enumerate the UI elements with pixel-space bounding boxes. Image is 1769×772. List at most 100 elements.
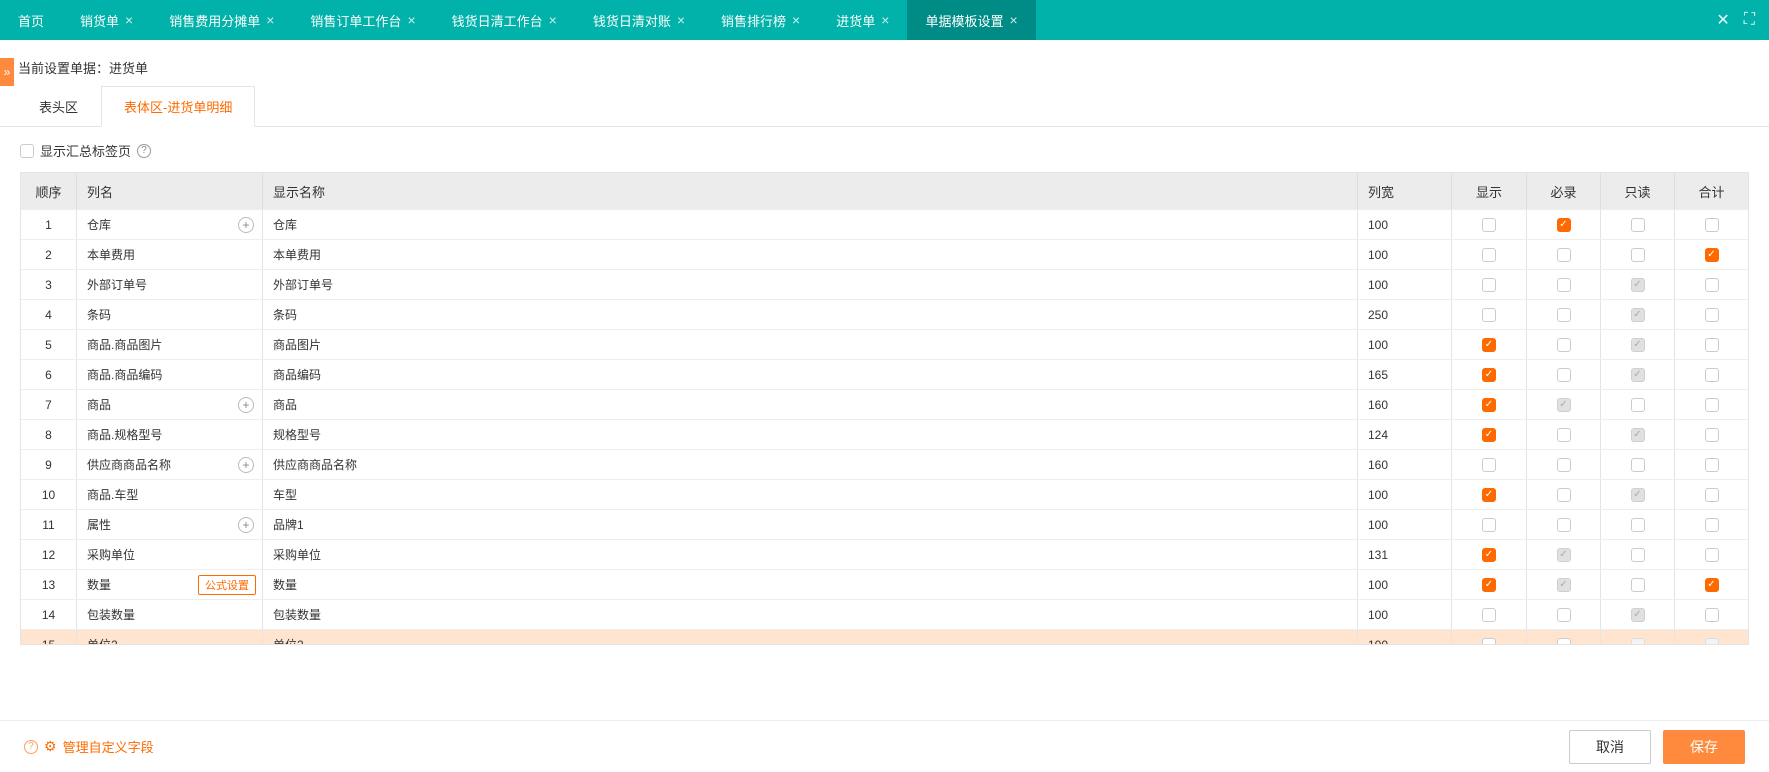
cell-width[interactable]: 100 <box>1358 270 1452 299</box>
checkbox[interactable] <box>1557 458 1571 472</box>
close-icon[interactable]: × <box>677 12 685 28</box>
cell-display-name[interactable]: 采购单位 <box>263 540 1358 569</box>
cell-width[interactable]: 160 <box>1358 450 1452 479</box>
fullscreen-icon[interactable]: ⛶ <box>1744 11 1755 29</box>
cancel-button[interactable]: 取消 <box>1569 730 1651 764</box>
checkbox[interactable] <box>1705 488 1719 502</box>
cell-display-name[interactable]: 品牌1 <box>263 510 1358 539</box>
close-icon[interactable]: × <box>881 12 889 28</box>
sub-tab-0[interactable]: 表头区 <box>16 86 101 127</box>
top-tab-0[interactable]: 首页 <box>0 0 62 40</box>
checkbox[interactable] <box>1482 278 1496 292</box>
table-row[interactable]: 14包装数量包装数量100 <box>21 599 1748 629</box>
checkbox[interactable] <box>1631 518 1645 532</box>
close-icon[interactable]: × <box>549 12 557 28</box>
table-row[interactable]: 6商品.商品编码商品编码165 <box>21 359 1748 389</box>
checkbox[interactable] <box>1482 428 1496 442</box>
checkbox[interactable] <box>1482 458 1496 472</box>
cell-display-name[interactable]: 商品图片 <box>263 330 1358 359</box>
checkbox[interactable] <box>1705 368 1719 382</box>
checkbox[interactable] <box>1705 548 1719 562</box>
checkbox[interactable] <box>1482 608 1496 622</box>
top-tab-3[interactable]: 销售订单工作台× <box>292 0 433 40</box>
save-button[interactable]: 保存 <box>1663 730 1745 764</box>
cell-width[interactable]: 160 <box>1358 390 1452 419</box>
cell-display-name[interactable]: 车型 <box>263 480 1358 509</box>
cell-width[interactable]: 165 <box>1358 360 1452 389</box>
cell-width[interactable]: 131 <box>1358 540 1452 569</box>
cell-width[interactable]: 124 <box>1358 420 1452 449</box>
checkbox[interactable] <box>1705 578 1719 592</box>
checkbox[interactable] <box>1482 338 1496 352</box>
checkbox[interactable] <box>1557 428 1571 442</box>
cell-display-name[interactable]: 外部订单号 <box>263 270 1358 299</box>
table-row[interactable]: 9供应商商品名称+供应商商品名称160 <box>21 449 1748 479</box>
sub-tab-1[interactable]: 表体区-进货单明细 <box>101 86 255 127</box>
add-icon[interactable]: + <box>238 457 254 473</box>
checkbox[interactable] <box>1557 308 1571 322</box>
checkbox[interactable] <box>1557 218 1571 232</box>
table-row[interactable]: 3外部订单号外部订单号100 <box>21 269 1748 299</box>
checkbox[interactable] <box>1631 398 1645 412</box>
table-row[interactable]: 12采购单位采购单位131 <box>21 539 1748 569</box>
checkbox[interactable] <box>1482 548 1496 562</box>
checkbox[interactable] <box>1705 518 1719 532</box>
checkbox[interactable] <box>1482 488 1496 502</box>
checkbox[interactable] <box>1482 518 1496 532</box>
cell-display-name[interactable]: 本单费用 <box>263 240 1358 269</box>
checkbox[interactable] <box>1482 368 1496 382</box>
cell-width[interactable]: 100 <box>1358 630 1452 644</box>
table-row[interactable]: 11属性+品牌1100 <box>21 509 1748 539</box>
cell-display-name[interactable]: 商品编码 <box>263 360 1358 389</box>
table-row[interactable]: 7商品+商品160 <box>21 389 1748 419</box>
add-icon[interactable]: + <box>238 217 254 233</box>
checkbox[interactable] <box>1557 248 1571 262</box>
checkbox[interactable] <box>1482 308 1496 322</box>
cell-display-name[interactable]: 包装数量 <box>263 600 1358 629</box>
close-all-icon[interactable]: ✕ <box>1716 10 1729 30</box>
table-row[interactable]: 10商品.车型车型100 <box>21 479 1748 509</box>
checkbox[interactable] <box>1705 428 1719 442</box>
top-tab-7[interactable]: 进货单× <box>818 0 907 40</box>
checkbox[interactable] <box>1482 248 1496 262</box>
cell-display-name[interactable]: 供应商商品名称 <box>263 450 1358 479</box>
close-icon[interactable]: × <box>266 12 274 28</box>
checkbox[interactable] <box>1557 518 1571 532</box>
close-icon[interactable]: × <box>792 12 800 28</box>
checkbox[interactable] <box>1705 338 1719 352</box>
top-tab-8[interactable]: 单据模板设置× <box>907 0 1035 40</box>
checkbox[interactable] <box>1557 488 1571 502</box>
manage-custom-fields-link[interactable]: 管理自定义字段 <box>63 737 154 756</box>
checkbox[interactable] <box>1482 218 1496 232</box>
close-icon[interactable]: × <box>407 12 415 28</box>
cell-display-name[interactable]: 商品 <box>263 390 1358 419</box>
checkbox[interactable] <box>1705 458 1719 472</box>
cell-display-name[interactable]: 单位2 <box>263 630 1358 644</box>
cell-display-name[interactable]: 仓库 <box>263 210 1358 239</box>
cell-width[interactable]: 100 <box>1358 600 1452 629</box>
checkbox[interactable] <box>1705 608 1719 622</box>
top-tab-4[interactable]: 钱货日清工作台× <box>434 0 575 40</box>
cell-width[interactable]: 100 <box>1358 510 1452 539</box>
checkbox[interactable] <box>1557 608 1571 622</box>
cell-width[interactable]: 100 <box>1358 330 1452 359</box>
checkbox[interactable] <box>1557 638 1571 645</box>
add-icon[interactable]: + <box>238 517 254 533</box>
checkbox[interactable] <box>1705 248 1719 262</box>
top-tab-5[interactable]: 钱货日清对账× <box>575 0 703 40</box>
checkbox[interactable] <box>1631 218 1645 232</box>
cell-display-name[interactable]: 数量 <box>263 570 1358 599</box>
checkbox[interactable] <box>1631 548 1645 562</box>
sidebar-expand-handle[interactable]: » <box>0 58 14 86</box>
cell-width[interactable]: 100 <box>1358 570 1452 599</box>
checkbox[interactable] <box>1482 578 1496 592</box>
checkbox[interactable] <box>1705 398 1719 412</box>
formula-setting-button[interactable]: 公式设置 <box>198 575 256 595</box>
checkbox[interactable] <box>1705 278 1719 292</box>
checkbox[interactable] <box>1557 278 1571 292</box>
table-row[interactable]: 1仓库+仓库100 <box>21 209 1748 239</box>
table-row[interactable]: 5商品.商品图片商品图片100 <box>21 329 1748 359</box>
close-icon[interactable]: × <box>125 12 133 28</box>
close-icon[interactable]: × <box>1009 12 1017 28</box>
table-row[interactable]: 2本单费用本单费用100 <box>21 239 1748 269</box>
